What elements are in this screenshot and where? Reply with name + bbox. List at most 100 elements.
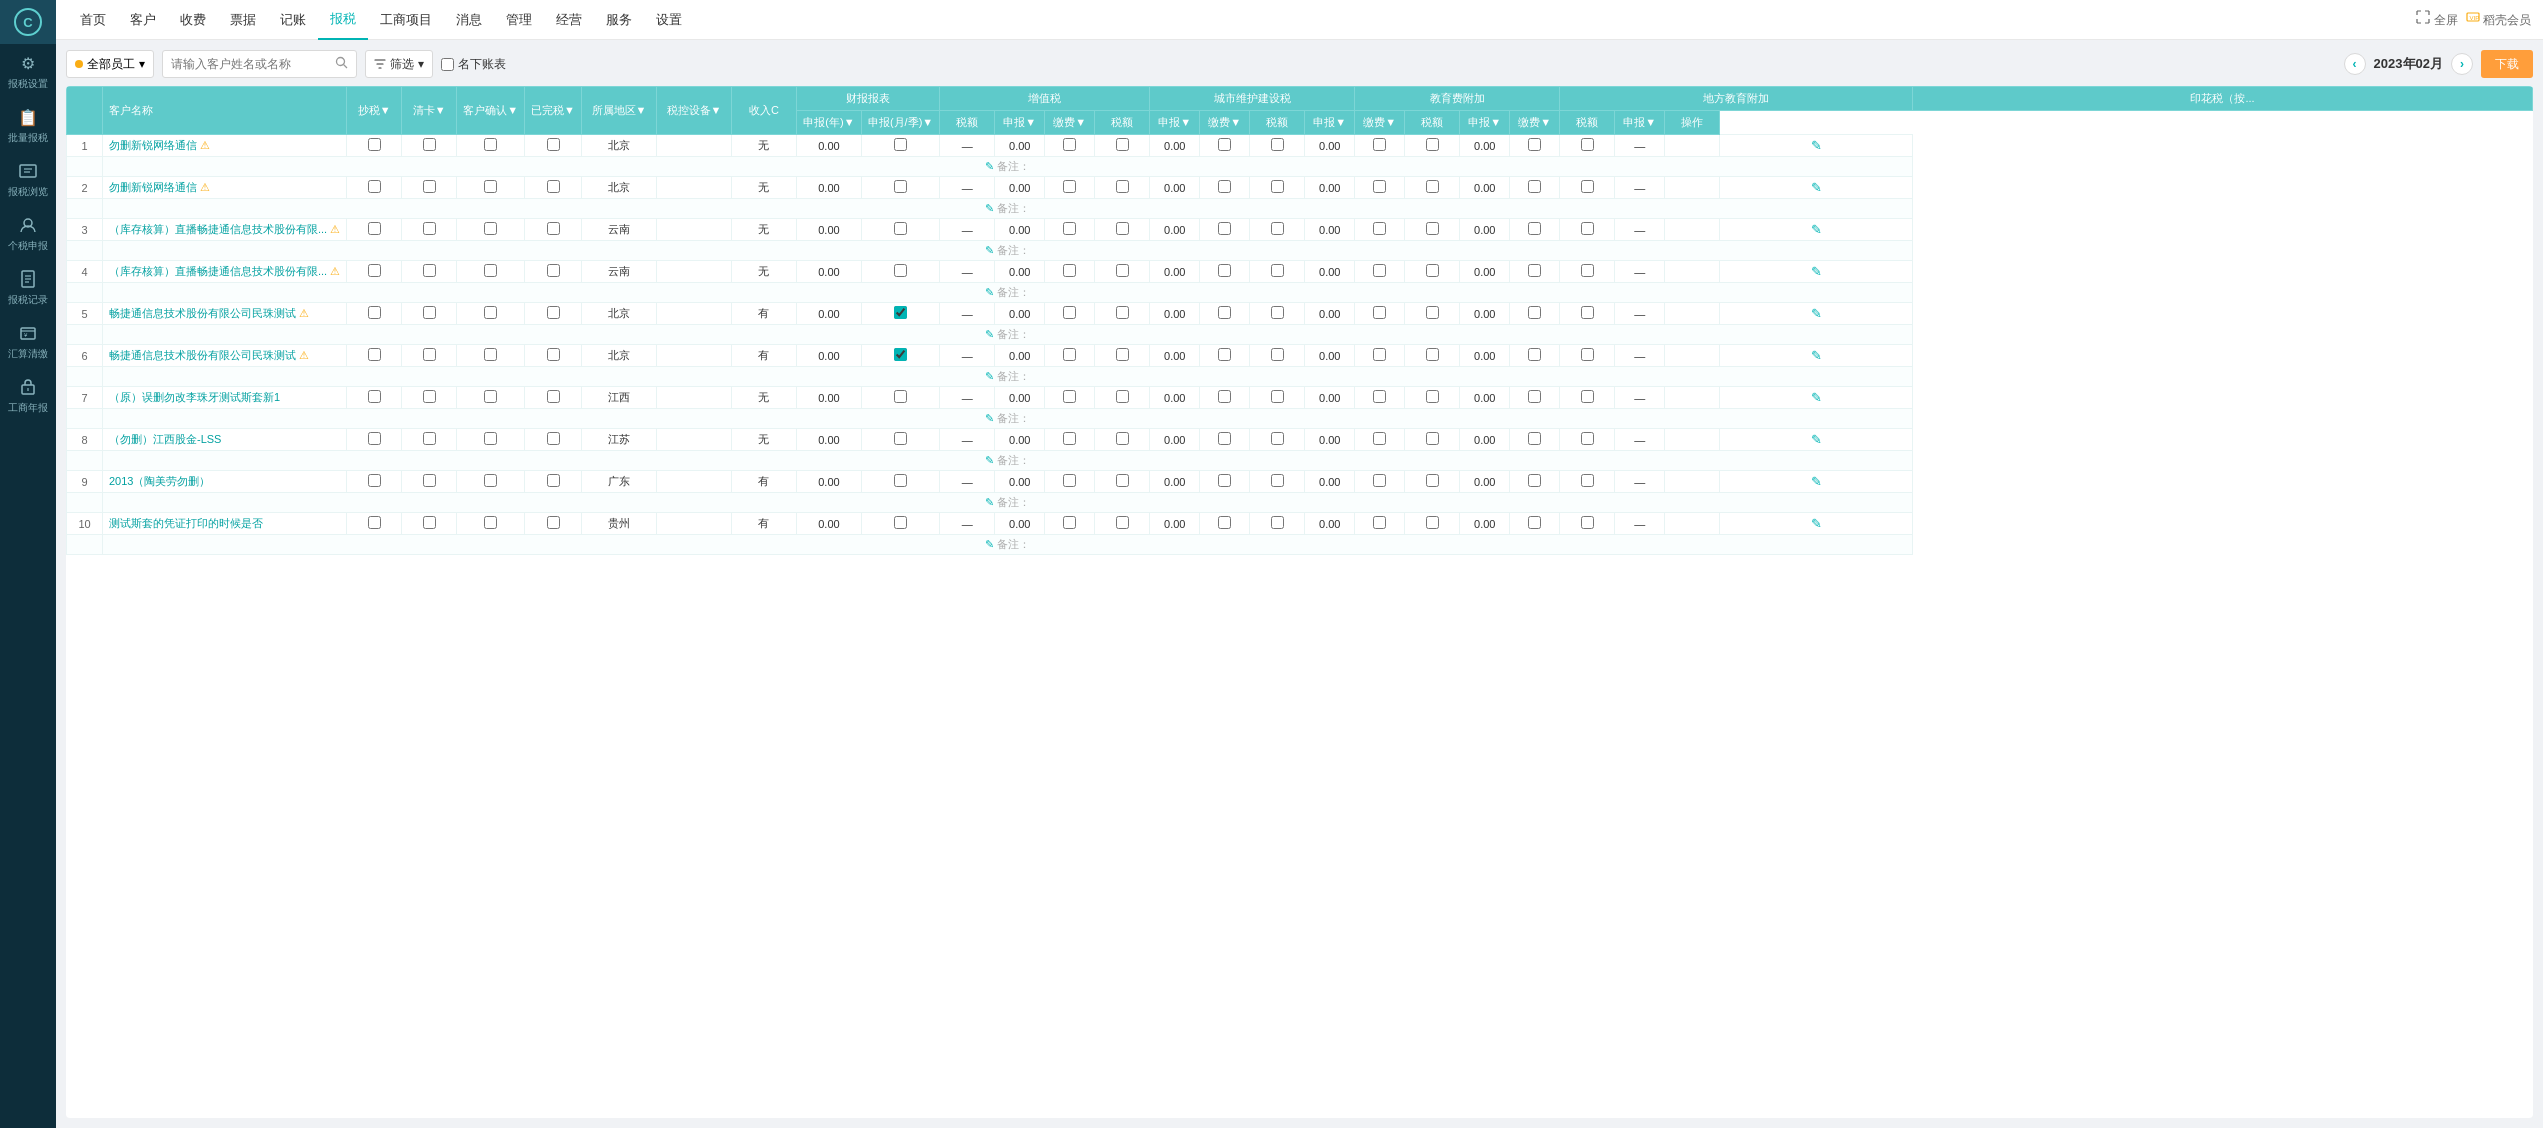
- row-yibao[interactable]: [525, 219, 582, 241]
- row-caibao-year[interactable]: [861, 219, 939, 241]
- row-huanka[interactable]: [402, 303, 457, 325]
- remark-edit-icon[interactable]: ✎: [985, 412, 994, 424]
- nav-kehu[interactable]: 客户: [118, 0, 168, 40]
- row-cs-jiaof[interactable]: [1250, 135, 1305, 157]
- row-yibao[interactable]: [525, 303, 582, 325]
- row-df-shenb[interactable]: [1510, 345, 1560, 367]
- nav-jizhang[interactable]: 记账: [268, 0, 318, 40]
- nav-guanli[interactable]: 管理: [494, 0, 544, 40]
- row-yibao[interactable]: [525, 177, 582, 199]
- row-df-jiaof[interactable]: [1560, 471, 1615, 493]
- row-jy-jiaof[interactable]: [1405, 513, 1460, 535]
- row-zz-jiaof[interactable]: [1095, 387, 1150, 409]
- sidebar-item-baoshuishezhi[interactable]: ⚙ 报税设置: [0, 44, 56, 98]
- row-jy-shenb[interactable]: [1355, 345, 1405, 367]
- row-jy-jiaof[interactable]: [1405, 135, 1460, 157]
- row-jy-jiaof[interactable]: [1405, 177, 1460, 199]
- row-yibao[interactable]: [525, 429, 582, 451]
- row-cs-shenb[interactable]: [1200, 135, 1250, 157]
- nav-shezhi[interactable]: 设置: [644, 0, 694, 40]
- row-df-jiaof[interactable]: [1560, 513, 1615, 535]
- named-checkbox-input[interactable]: [441, 58, 454, 71]
- remark-edit-icon[interactable]: ✎: [985, 202, 994, 214]
- row-choushou[interactable]: [347, 513, 402, 535]
- row-cs-shenb[interactable]: [1200, 471, 1250, 493]
- row-jy-jiaof[interactable]: [1405, 345, 1460, 367]
- row-edit[interactable]: ✎: [1720, 345, 1913, 367]
- row-jy-jiaof[interactable]: [1405, 429, 1460, 451]
- row-jy-jiaof[interactable]: [1405, 261, 1460, 283]
- row-choushou[interactable]: [347, 345, 402, 367]
- row-df-shenb[interactable]: [1510, 471, 1560, 493]
- row-jy-jiaof[interactable]: [1405, 471, 1460, 493]
- row-huanka[interactable]: [402, 429, 457, 451]
- next-month-btn[interactable]: ›: [2451, 53, 2473, 75]
- row-zz-shenb[interactable]: [1045, 345, 1095, 367]
- remark-edit-icon[interactable]: ✎: [985, 496, 994, 508]
- row-cs-shenb[interactable]: [1200, 345, 1250, 367]
- row-cs-shenb[interactable]: [1200, 513, 1250, 535]
- row-huanka[interactable]: [402, 135, 457, 157]
- row-zz-jiaof[interactable]: [1095, 345, 1150, 367]
- remark-edit-icon[interactable]: ✎: [985, 328, 994, 340]
- row-zz-shenb[interactable]: [1045, 303, 1095, 325]
- row-caibao-year[interactable]: [861, 429, 939, 451]
- row-edit[interactable]: ✎: [1720, 513, 1913, 535]
- row-cs-jiaof[interactable]: [1250, 513, 1305, 535]
- row-huanka[interactable]: [402, 387, 457, 409]
- row-keren[interactable]: [457, 387, 525, 409]
- row-jy-shenb[interactable]: [1355, 429, 1405, 451]
- named-checkbox[interactable]: 名下账表: [441, 56, 506, 73]
- row-yibao[interactable]: [525, 387, 582, 409]
- row-choushou[interactable]: [347, 471, 402, 493]
- row-zz-shenb[interactable]: [1045, 177, 1095, 199]
- row-choushou[interactable]: [347, 177, 402, 199]
- row-choushou[interactable]: [347, 261, 402, 283]
- row-df-jiaof[interactable]: [1560, 345, 1615, 367]
- remark-edit-icon[interactable]: ✎: [985, 370, 994, 382]
- search-icon[interactable]: [335, 56, 348, 72]
- row-cs-shenb[interactable]: [1200, 303, 1250, 325]
- nav-shoufei[interactable]: 收费: [168, 0, 218, 40]
- row-edit[interactable]: ✎: [1720, 135, 1913, 157]
- row-df-shenb[interactable]: [1510, 429, 1560, 451]
- row-zz-shenb[interactable]: [1045, 471, 1095, 493]
- row-edit[interactable]: ✎: [1720, 303, 1913, 325]
- row-cs-shenb[interactable]: [1200, 177, 1250, 199]
- row-keren[interactable]: [457, 429, 525, 451]
- row-cs-shenb[interactable]: [1200, 387, 1250, 409]
- row-zz-jiaof[interactable]: [1095, 513, 1150, 535]
- row-caibao-year[interactable]: [861, 387, 939, 409]
- sidebar-item-liulan[interactable]: 报税浏览: [0, 152, 56, 206]
- row-zz-jiaof[interactable]: [1095, 261, 1150, 283]
- row-df-jiaof[interactable]: [1560, 219, 1615, 241]
- row-yibao[interactable]: [525, 513, 582, 535]
- row-jy-shenb[interactable]: [1355, 471, 1405, 493]
- row-cs-shenb[interactable]: [1200, 429, 1250, 451]
- row-huanka[interactable]: [402, 219, 457, 241]
- row-edit[interactable]: ✎: [1720, 387, 1913, 409]
- row-df-jiaof[interactable]: [1560, 261, 1615, 283]
- row-jy-jiaof[interactable]: [1405, 303, 1460, 325]
- row-edit[interactable]: ✎: [1720, 219, 1913, 241]
- member-btn[interactable]: VIP 稻壳会员: [2466, 10, 2531, 29]
- row-df-jiaof[interactable]: [1560, 177, 1615, 199]
- row-zz-jiaof[interactable]: [1095, 135, 1150, 157]
- row-zz-shenb[interactable]: [1045, 219, 1095, 241]
- row-zz-jiaof[interactable]: [1095, 303, 1150, 325]
- row-choushou[interactable]: [347, 303, 402, 325]
- row-jy-jiaof[interactable]: [1405, 387, 1460, 409]
- row-df-jiaof[interactable]: [1560, 429, 1615, 451]
- row-zz-shenb[interactable]: [1045, 135, 1095, 157]
- row-keren[interactable]: [457, 303, 525, 325]
- row-cs-jiaof[interactable]: [1250, 177, 1305, 199]
- row-caibao-year[interactable]: [861, 513, 939, 535]
- fullscreen-btn[interactable]: 全屏: [2416, 10, 2457, 29]
- prev-month-btn[interactable]: ‹: [2344, 53, 2366, 75]
- row-cs-jiaof[interactable]: [1250, 429, 1305, 451]
- row-jy-shenb[interactable]: [1355, 135, 1405, 157]
- row-keren[interactable]: [457, 135, 525, 157]
- nav-baoshui[interactable]: 报税: [318, 0, 368, 40]
- row-edit[interactable]: ✎: [1720, 261, 1913, 283]
- row-cs-shenb[interactable]: [1200, 219, 1250, 241]
